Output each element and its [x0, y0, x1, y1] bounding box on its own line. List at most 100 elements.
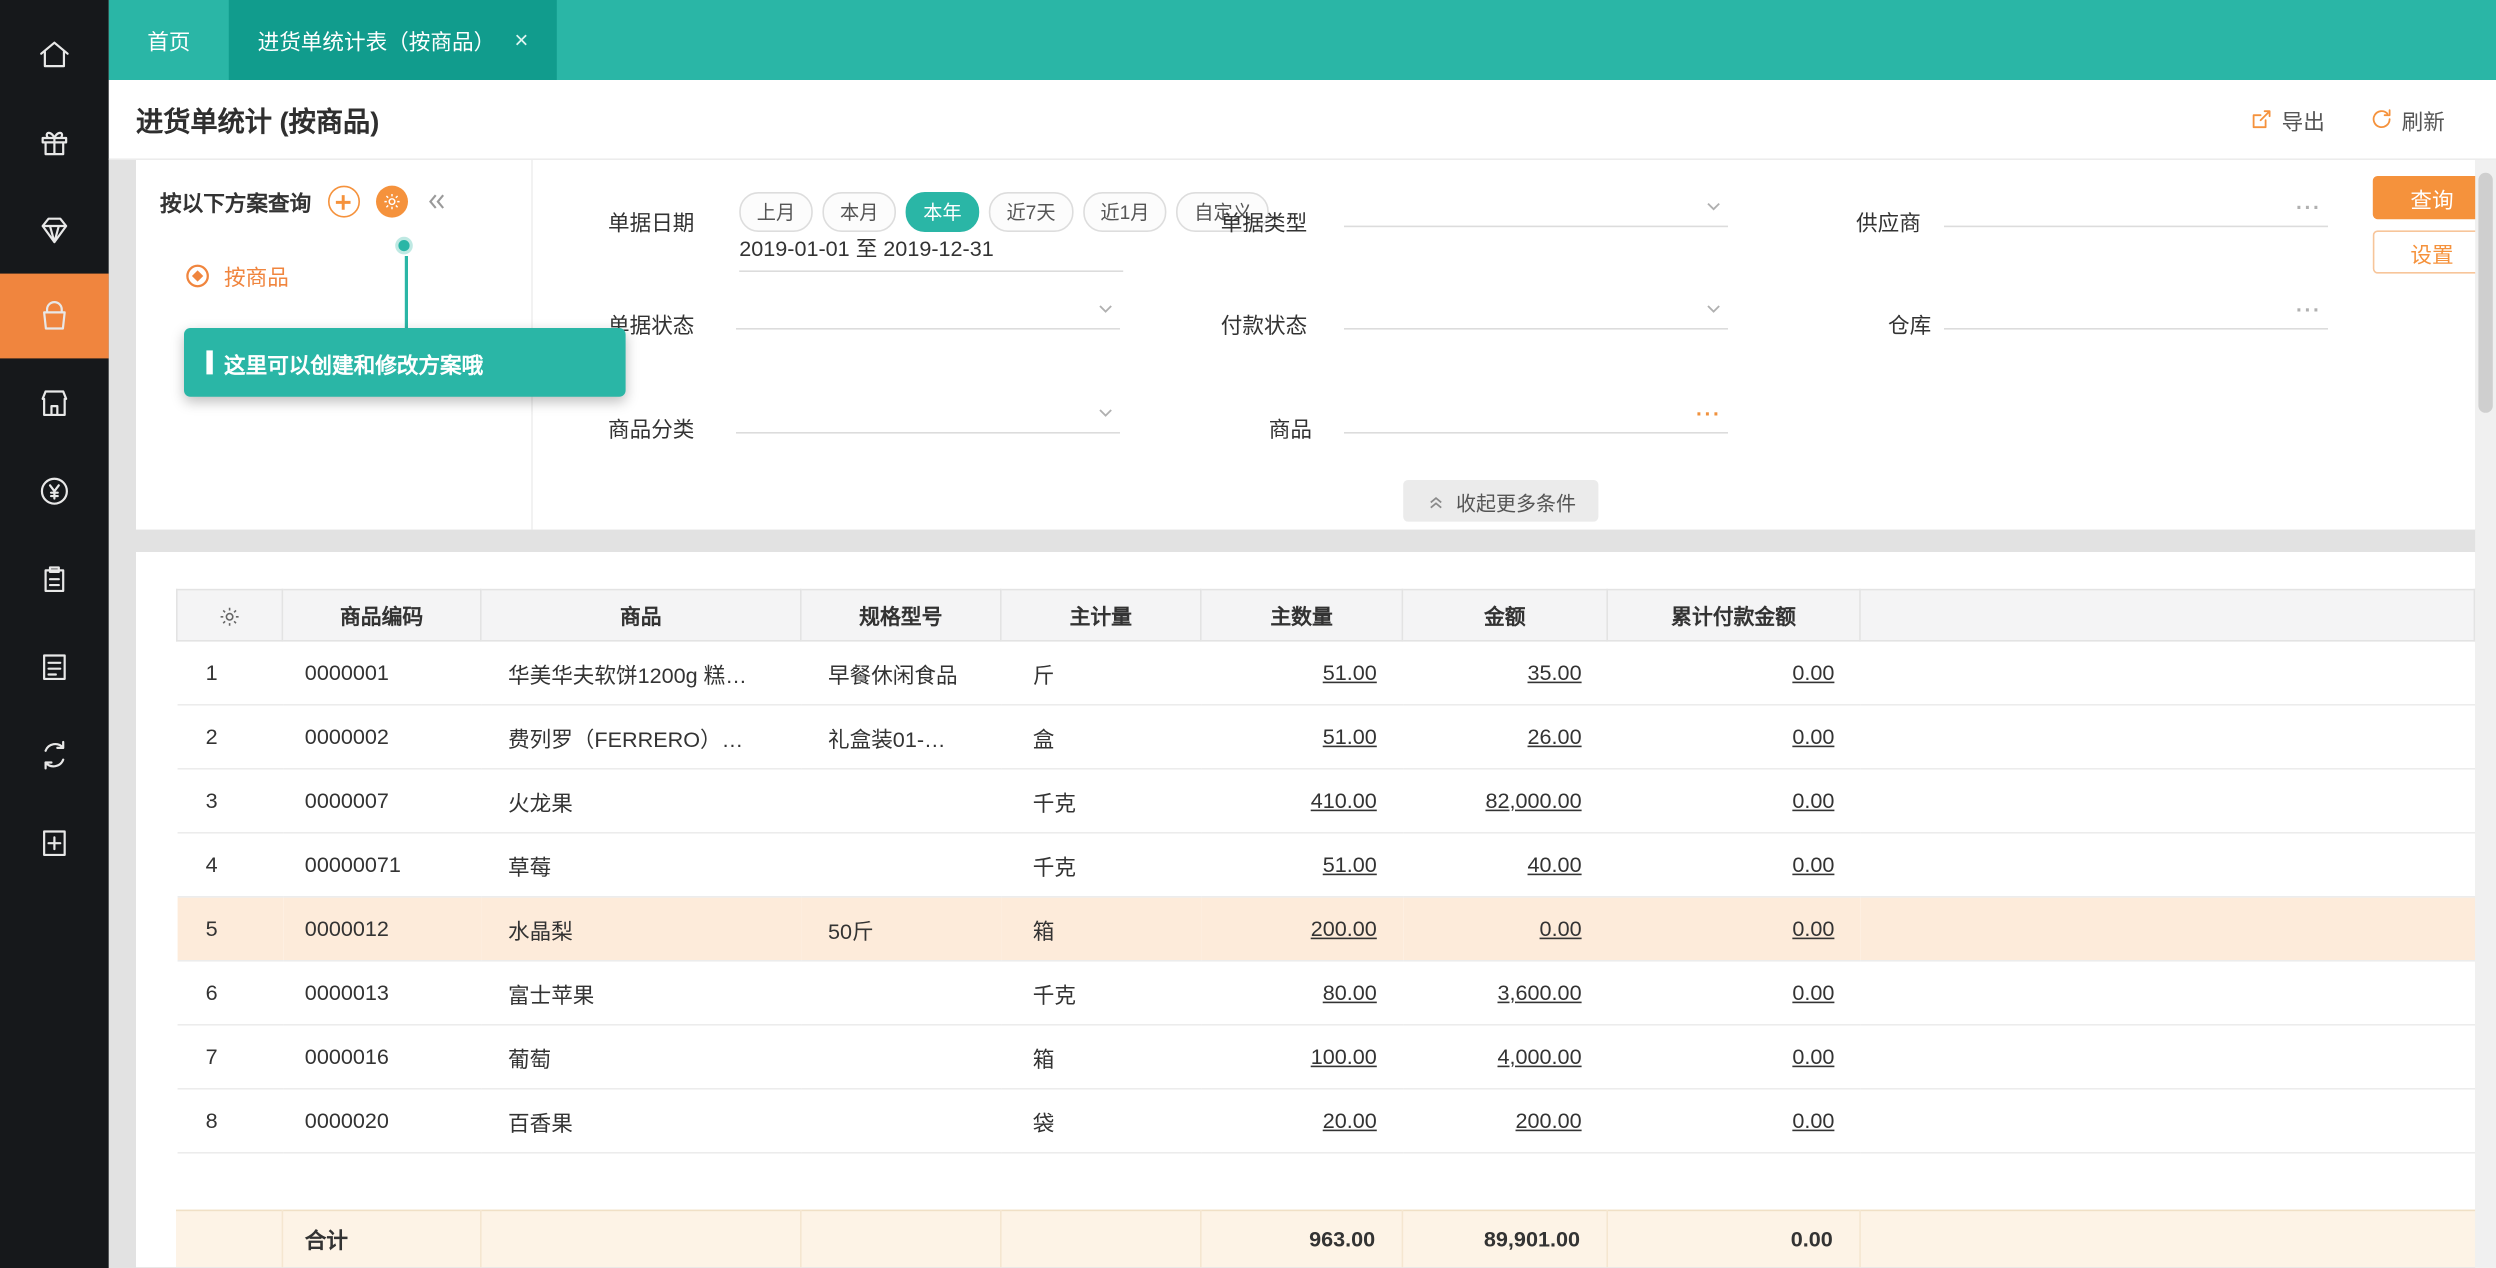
- amount-link[interactable]: 4,000.00: [1498, 1045, 1582, 1069]
- qty-link[interactable]: 80.00: [1323, 981, 1377, 1005]
- vertical-scrollbar[interactable]: [2475, 160, 2496, 1268]
- cell-product: 富士苹果: [480, 960, 801, 1026]
- refresh-button[interactable]: 刷新: [2370, 103, 2445, 135]
- pill-this-month[interactable]: 本月: [822, 192, 897, 232]
- amount-link[interactable]: 0.00: [1540, 917, 1582, 941]
- paid-link[interactable]: 0.00: [1792, 661, 1834, 685]
- qty-link[interactable]: 20.00: [1323, 1109, 1377, 1133]
- doc-date-label: 单据日期: [608, 211, 695, 236]
- query-button[interactable]: 查询: [2372, 176, 2492, 220]
- cell-filler: [1860, 704, 2475, 770]
- header-spec[interactable]: 规格型号: [799, 588, 1002, 642]
- ellipsis-icon: ···: [1696, 401, 1722, 426]
- sidebar-item-finance[interactable]: [0, 446, 109, 534]
- table-header-row: 商品编码 商品 规格型号 主计量 主数量 金额 累计付款金额: [176, 588, 2476, 642]
- sidebar-item-purchase[interactable]: [0, 273, 109, 359]
- cell-code: 0000013: [282, 960, 481, 1026]
- gear-icon: [220, 607, 239, 626]
- cell-filler: [1860, 960, 2475, 1026]
- table-row[interactable]: 2 0000002 费列罗（FERRERO）… 礼盒装01-… 盒 51.00 …: [176, 704, 2475, 770]
- sidebar-item-store[interactable]: [0, 358, 109, 446]
- qty-link[interactable]: 200.00: [1311, 917, 1377, 941]
- cell-code: 0000001: [282, 640, 481, 706]
- scheme-icon: [186, 263, 209, 287]
- paid-link[interactable]: 0.00: [1792, 1109, 1834, 1133]
- table-row[interactable]: 3 0000007 火龙果 千克 410.00 82,000.00 0.00: [176, 768, 2475, 834]
- table-row-selected[interactable]: 5 0000012 水晶梨 50斤 箱 200.00 0.00 0.00: [176, 896, 2475, 962]
- amount-link[interactable]: 82,000.00: [1486, 789, 1582, 813]
- header-unit[interactable]: 主计量: [999, 588, 1202, 642]
- cell-product: 草莓: [480, 832, 801, 898]
- scrollbar-thumb[interactable]: [2478, 172, 2493, 413]
- table-row[interactable]: 6 0000013 富士苹果 千克 80.00 3,600.00 0.00: [176, 960, 2475, 1026]
- table-row[interactable]: 1 0000001 华美华夫软饼1200g 糕… 早餐休闲食品 斤 51.00 …: [176, 640, 2475, 706]
- sidebar-item-sync[interactable]: [0, 710, 109, 798]
- qty-link[interactable]: 51.00: [1323, 661, 1377, 685]
- sidebar-item-orders[interactable]: [0, 534, 109, 622]
- doc-status-select[interactable]: [736, 285, 1120, 330]
- amount-link[interactable]: 200.00: [1516, 1109, 1582, 1133]
- sidebar-item-home[interactable]: [0, 10, 109, 98]
- table-row[interactable]: 4 00000071 草莓 千克 51.00 40.00 0.00: [176, 832, 2475, 898]
- qty-link[interactable]: 100.00: [1311, 1045, 1377, 1069]
- tab-home[interactable]: 首页: [109, 0, 229, 80]
- paid-link[interactable]: 0.00: [1792, 1045, 1834, 1069]
- sidebar-item-promotion[interactable]: [0, 186, 109, 274]
- qty-link[interactable]: 410.00: [1311, 789, 1377, 813]
- paid-link[interactable]: 0.00: [1792, 725, 1834, 749]
- doc-date-range-input[interactable]: 2019-01-01 至 2019-12-31: [739, 230, 1124, 272]
- amount-link[interactable]: 40.00: [1528, 853, 1582, 877]
- cell-product: 费列罗（FERRERO）…: [480, 704, 801, 770]
- cell-unit: 千克: [1000, 832, 1201, 898]
- collapse-panel-button[interactable]: [423, 189, 449, 215]
- paid-link[interactable]: 0.00: [1792, 853, 1834, 877]
- pill-this-year[interactable]: 本年: [905, 192, 980, 232]
- export-button[interactable]: 导出: [2250, 103, 2325, 135]
- header-amount[interactable]: 金额: [1401, 588, 1609, 642]
- scheme-item-by-product[interactable]: 按商品: [184, 259, 531, 291]
- warehouse-input[interactable]: ···: [1944, 285, 2328, 330]
- category-select[interactable]: [736, 389, 1120, 434]
- cell-filler: [1860, 1024, 2475, 1090]
- export-icon: [2252, 110, 2271, 129]
- header-qty[interactable]: 主数量: [1200, 588, 1404, 642]
- collapse-more-button[interactable]: 收起更多条件: [1403, 480, 1599, 522]
- tab-close-icon[interactable]: ×: [514, 28, 528, 52]
- sidebar-item-reports[interactable]: [0, 622, 109, 710]
- paid-link[interactable]: 0.00: [1792, 917, 1834, 941]
- scheme-settings-button[interactable]: [375, 185, 408, 218]
- amount-link[interactable]: 3,600.00: [1498, 981, 1582, 1005]
- pay-status-select[interactable]: [1344, 285, 1728, 330]
- table-row[interactable]: 7 0000016 葡萄 箱 100.00 4,000.00 0.00: [176, 1024, 2475, 1090]
- cell-spec: 50斤: [800, 896, 1001, 962]
- total-filler: [480, 1208, 801, 1268]
- header-product[interactable]: 商品: [480, 588, 802, 642]
- supplier-input[interactable]: ···: [1944, 182, 2328, 228]
- paid-link[interactable]: 0.00: [1792, 789, 1834, 813]
- doc-type-select[interactable]: [1344, 182, 1728, 228]
- qty-link[interactable]: 51.00: [1323, 725, 1377, 749]
- header-paid[interactable]: 累计付款金额: [1606, 588, 1861, 642]
- sidebar-item-new[interactable]: [0, 798, 109, 886]
- header-code[interactable]: 商品编码: [281, 588, 482, 642]
- ellipsis-icon: ···: [2296, 297, 2322, 322]
- qty-link[interactable]: 51.00: [1323, 853, 1377, 877]
- pill-last-1-month[interactable]: 近1月: [1082, 192, 1168, 232]
- pill-last-month[interactable]: 上月: [739, 192, 813, 232]
- product-input[interactable]: ···: [1344, 389, 1728, 434]
- tab-active[interactable]: 进货单统计表（按商品） ×: [228, 0, 558, 80]
- add-scheme-button[interactable]: [327, 185, 360, 218]
- amount-link[interactable]: 35.00: [1528, 661, 1582, 685]
- table-row[interactable]: 8 0000020 百香果 袋 20.00 200.00 0.00: [176, 1088, 2475, 1154]
- total-filler: [1859, 1208, 2476, 1268]
- table-card: 商品编码 商品 规格型号 主计量 主数量 金额 累计付款金额 1 0000001: [136, 552, 2476, 1268]
- cell-unit: 千克: [1000, 960, 1201, 1026]
- scheme-panel-header: 按以下方案查询: [136, 160, 531, 218]
- pill-last-7-days[interactable]: 近7天: [988, 192, 1074, 232]
- refresh-icon: [2372, 109, 2391, 128]
- amount-link[interactable]: 26.00: [1528, 725, 1582, 749]
- settings-button[interactable]: 设置: [2372, 230, 2492, 274]
- paid-link[interactable]: 0.00: [1792, 981, 1834, 1005]
- sidebar-item-gift[interactable]: [0, 98, 109, 186]
- column-settings-button[interactable]: [176, 588, 284, 642]
